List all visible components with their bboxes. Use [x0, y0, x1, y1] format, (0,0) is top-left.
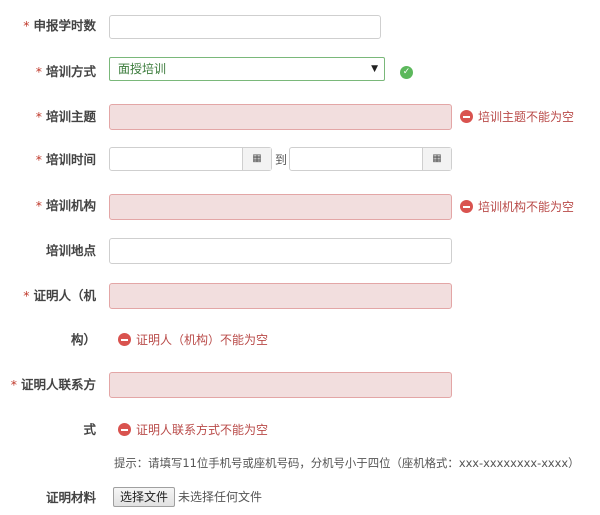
place-input[interactable] [109, 238, 452, 264]
choose-file-button[interactable]: 选择文件 [113, 487, 176, 507]
minus-circle-icon [118, 423, 131, 436]
place-label: 培训地点 [45, 243, 96, 258]
contact-label-cont: 式 [83, 422, 96, 437]
minus-circle-icon [460, 110, 473, 123]
contact-input[interactable] [109, 372, 452, 398]
time-label: * 培训时间 [35, 152, 96, 167]
minus-circle-icon [460, 200, 473, 213]
contact-hint: 提示：请填写11位手机号或座机号码，分机号小于四位（座机格式：xxx-xxxxx… [114, 456, 580, 470]
topic-error: 培训主题不能为空 [460, 109, 574, 125]
material-label: 证明材料 [45, 490, 96, 505]
topic-label: * 培训主题 [35, 109, 96, 124]
org-label: * 培训机构 [35, 198, 96, 213]
hours-label: * 申报学时数 [23, 18, 96, 33]
calendar-icon[interactable]: ▦ [242, 148, 271, 170]
contact-label: * 证明人联系方 [10, 377, 96, 392]
topic-input[interactable] [109, 104, 452, 130]
org-error: 培训机构不能为空 [460, 199, 574, 215]
file-status: 未选择任何文件 [178, 490, 263, 504]
witness-input[interactable] [109, 283, 452, 309]
minus-circle-icon [118, 333, 131, 346]
dropdown-arrow-icon: ▼ [371, 64, 378, 74]
contact-error: 证明人联系方式不能为空 [118, 422, 268, 438]
start-date-input[interactable]: ▦ [109, 147, 272, 171]
date-separator: 到 [275, 153, 288, 167]
end-date-input[interactable]: ▦ [289, 147, 452, 171]
method-select[interactable]: 面授培训 ▼ [109, 57, 385, 81]
check-circle-icon: ✓ [400, 66, 413, 79]
method-label: * 培训方式 [35, 64, 96, 79]
witness-error: 证明人（机构）不能为空 [118, 332, 268, 348]
hours-input[interactable] [109, 15, 381, 39]
witness-label-cont: 构） [70, 332, 96, 347]
calendar-icon[interactable]: ▦ [422, 148, 451, 170]
witness-label: * 证明人（机 [23, 288, 96, 303]
org-input[interactable] [109, 194, 452, 220]
